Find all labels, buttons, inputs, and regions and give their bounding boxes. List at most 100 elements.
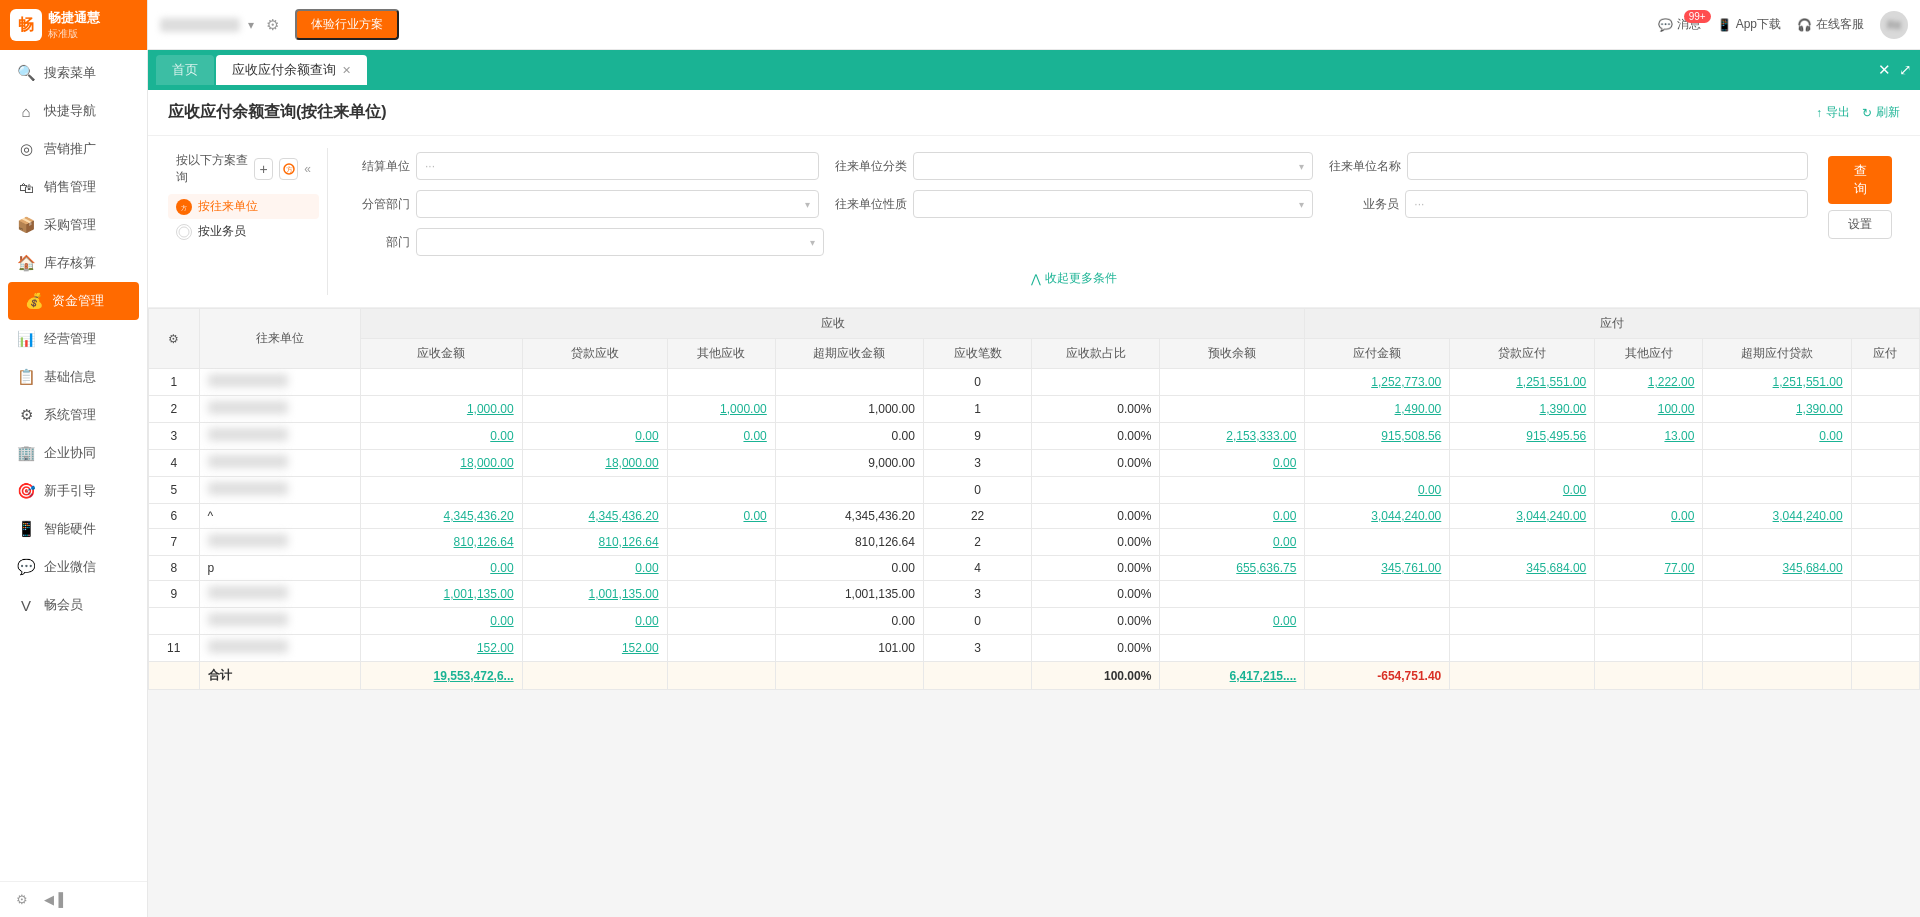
tab-home[interactable]: 首页	[156, 55, 214, 85]
export-button[interactable]: ↑ 导出	[1816, 104, 1850, 121]
cell-link[interactable]: 152.00	[477, 641, 514, 655]
cell-link[interactable]: 915,495.56	[1526, 429, 1586, 443]
field-fgbm-input[interactable]: ▾	[416, 190, 819, 218]
cell-link[interactable]: 1,251,551.00	[1516, 375, 1586, 389]
cell-link[interactable]: 152.00	[622, 641, 659, 655]
cell-link[interactable]: 0.00	[1563, 483, 1586, 497]
cell-link[interactable]: 1,251,551.00	[1773, 375, 1843, 389]
cell-link[interactable]: 1,390.00	[1796, 402, 1843, 416]
cell-link[interactable]: 1,252,773.00	[1371, 375, 1441, 389]
sidebar-item-sales[interactable]: 🛍 销售管理	[0, 168, 147, 206]
cell-link[interactable]: 18,000.00	[605, 456, 658, 470]
sidebar-item-basicinfo[interactable]: 📋 基础信息	[0, 358, 147, 396]
cell-link[interactable]: 0.00	[1273, 535, 1296, 549]
sidebar-item-operations[interactable]: 📊 经营管理	[0, 320, 147, 358]
cell-link[interactable]: 1,001,135.00	[444, 587, 514, 601]
sidebar-item-system[interactable]: ⚙ 系统管理	[0, 396, 147, 434]
cell-link[interactable]: 0.00	[1273, 614, 1296, 628]
sidebar-item-smarthw[interactable]: 📱 智能硬件	[0, 510, 147, 548]
cell-link[interactable]: 0.00	[490, 614, 513, 628]
app-download-button[interactable]: 📱 App下载	[1717, 16, 1781, 33]
cell-link[interactable]: 0.00	[635, 561, 658, 575]
field-lwdwfl-input[interactable]: ▾	[913, 152, 1314, 180]
tab-close-icon[interactable]: ✕	[342, 64, 351, 77]
topbar-dropdown-arrow[interactable]: ▾	[248, 18, 254, 32]
cell-link[interactable]: 345,684.00	[1783, 561, 1843, 575]
tab-expand-icon[interactable]: ⤢	[1899, 61, 1912, 79]
cell-link[interactable]: 13.00	[1664, 429, 1694, 443]
cell-link[interactable]: 810,126.64	[454, 535, 514, 549]
sidebar-settings-icon[interactable]: ⚙	[16, 892, 28, 907]
cell-link[interactable]: 2,153,333.00	[1226, 429, 1296, 443]
sidebar-item-marketing[interactable]: ◎ 营销推广	[0, 130, 147, 168]
cell-link[interactable]: 0.00	[635, 614, 658, 628]
field-bm-input[interactable]: ▾	[416, 228, 824, 256]
message-button[interactable]: 💬 消息 99+	[1658, 16, 1701, 33]
sidebar-item-quicknav[interactable]: ⌂ 快捷导航	[0, 92, 147, 130]
cell-link[interactable]: 0.00	[1273, 509, 1296, 523]
cell-link[interactable]: 3,044,240.00	[1371, 509, 1441, 523]
sidebar-item-vip[interactable]: V 畅会员	[0, 586, 147, 624]
sidebar-item-finance[interactable]: 💰 资金管理	[8, 282, 139, 320]
topbar-gear-icon[interactable]: ⚙	[266, 16, 279, 34]
tab-close-all-icon[interactable]: ✕	[1878, 61, 1891, 79]
online-service-button[interactable]: 🎧 在线客服	[1797, 16, 1864, 33]
field-lwdwxz-input[interactable]: ▾	[913, 190, 1314, 218]
table-cell: 9,000.00	[775, 450, 923, 477]
cell-link[interactable]: 1,000.00	[467, 402, 514, 416]
sidebar-item-guide[interactable]: 🎯 新手引导	[0, 472, 147, 510]
cell-link[interactable]: 3,044,240.00	[1773, 509, 1843, 523]
plan-icon[interactable]: 方	[279, 158, 298, 180]
cell-link[interactable]: 4,345,436.20	[444, 509, 514, 523]
cell-link[interactable]: 18,000.00	[460, 456, 513, 470]
collapse-more-button[interactable]: ⋀ 收起更多条件	[340, 266, 1808, 291]
cell-link[interactable]: 655,636.75	[1236, 561, 1296, 575]
user-avatar[interactable]: Rit	[1880, 11, 1908, 39]
cell-link[interactable]: 100.00	[1658, 402, 1695, 416]
filter-collapse-icon[interactable]: «	[304, 162, 311, 176]
cell-link[interactable]: 0.00	[743, 509, 766, 523]
field-ywy-input[interactable]: ···	[1405, 190, 1808, 218]
cell-link[interactable]: 0.00	[635, 429, 658, 443]
cell-link[interactable]: 3,044,240.00	[1516, 509, 1586, 523]
cell-link[interactable]: 1,390.00	[1540, 402, 1587, 416]
query-option-bystaff[interactable]: 按业务员	[168, 219, 319, 244]
table-cell: 345,684.00	[1703, 556, 1851, 581]
cell-link[interactable]: 1,001,135.00	[589, 587, 659, 601]
sidebar-item-wechat[interactable]: 💬 企业微信	[0, 548, 147, 586]
sidebar-item-purchase[interactable]: 📦 采购管理	[0, 206, 147, 244]
settings-button[interactable]: 设置	[1828, 210, 1892, 239]
cell-link[interactable]: 77.00	[1664, 561, 1694, 575]
refresh-button[interactable]: ↻ 刷新	[1862, 104, 1900, 121]
th-settings[interactable]: ⚙	[149, 309, 200, 369]
cell-link[interactable]: 0.00	[1819, 429, 1842, 443]
field-jsdanwei-input[interactable]: ···	[416, 152, 819, 180]
cell-link[interactable]: 345,684.00	[1526, 561, 1586, 575]
sidebar-item-enterprise[interactable]: 🏢 企业协同	[0, 434, 147, 472]
cell-link[interactable]: 345,761.00	[1381, 561, 1441, 575]
table-settings-icon[interactable]: ⚙	[168, 332, 179, 346]
sidebar-item-inventory[interactable]: 🏠 库存核算	[0, 244, 147, 282]
cell-link[interactable]: 915,508.56	[1381, 429, 1441, 443]
cell-link[interactable]: 0.00	[1671, 509, 1694, 523]
cell-link[interactable]: 0.00	[490, 561, 513, 575]
sidebar-item-search[interactable]: 🔍 搜索菜单	[0, 54, 147, 92]
field-lwdwmc-input[interactable]	[1407, 152, 1808, 180]
table-cell: 0	[923, 608, 1031, 635]
cell-link[interactable]: 0.00	[1418, 483, 1441, 497]
cell-link[interactable]: 1,000.00	[720, 402, 767, 416]
cell-link[interactable]: 4,345,436.20	[589, 509, 659, 523]
cell-link[interactable]: 0.00	[1273, 456, 1296, 470]
cell-link[interactable]: 810,126.64	[599, 535, 659, 549]
query-option-byunit[interactable]: 方 按往来单位	[168, 194, 319, 219]
tab-query[interactable]: 应收应付余额查询 ✕	[216, 55, 367, 85]
cell-link[interactable]: 0.00	[743, 429, 766, 443]
add-scheme-button[interactable]: +	[254, 158, 273, 180]
cell-link[interactable]: 1,490.00	[1395, 402, 1442, 416]
cell-link[interactable]: 1,222.00	[1648, 375, 1695, 389]
query-button[interactable]: 查询	[1828, 156, 1892, 204]
promo-button[interactable]: 体验行业方案	[295, 9, 399, 40]
sidebar-collapse-icon[interactable]: ◀▐	[44, 892, 63, 907]
cell-link[interactable]: 0.00	[490, 429, 513, 443]
table-row: 2 1,000.00 1,000.00 1,000.00 1 0.00% 1,4…	[149, 396, 1920, 423]
